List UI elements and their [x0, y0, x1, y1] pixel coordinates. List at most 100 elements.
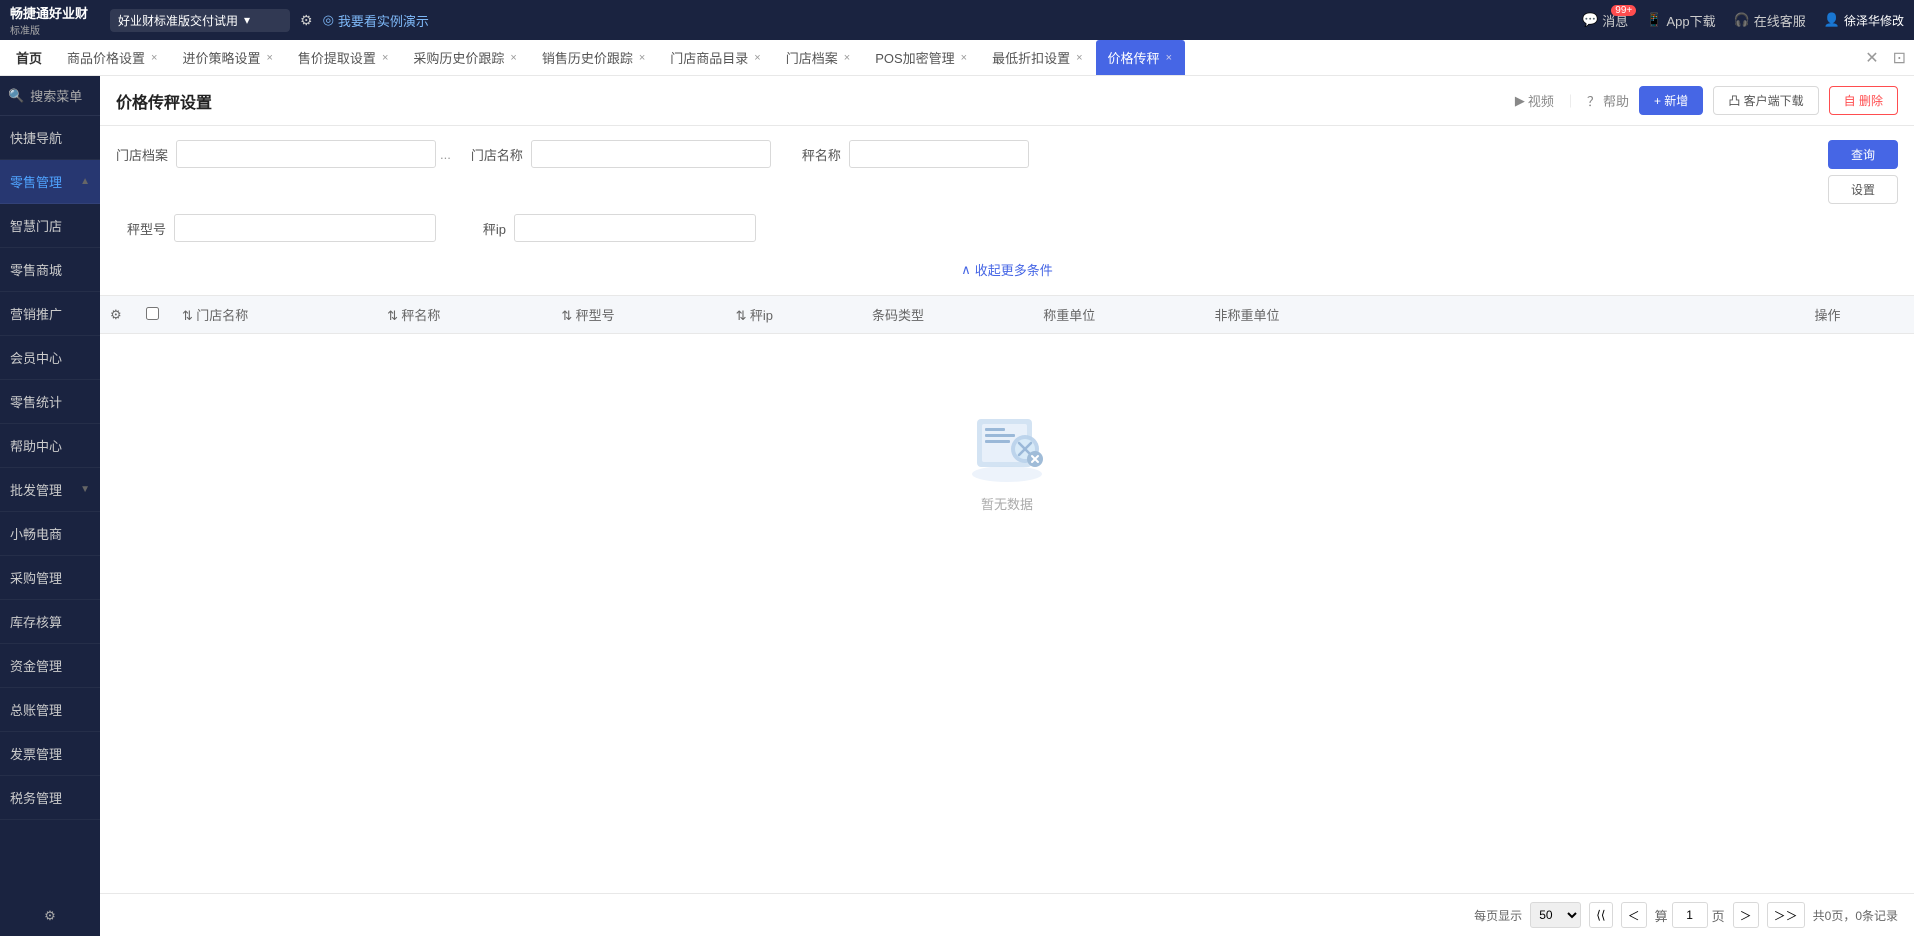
sidebar-bottom-settings[interactable]: ⚙	[0, 896, 100, 936]
chevron-up-icon: ∧	[961, 262, 971, 278]
per-page-select[interactable]: 50 10 20 100	[1530, 902, 1581, 928]
tab-min-discount-label: 最低折扣设置	[992, 48, 1070, 67]
close-icon[interactable]: ×	[510, 52, 516, 64]
tab-sell-extract[interactable]: 售价提取设置 ×	[286, 40, 401, 76]
prev-page-btn[interactable]: ＜	[1621, 902, 1647, 928]
sort-icon[interactable]: ⇅	[387, 308, 398, 323]
online-service-btn[interactable]: 🎧 在线客服	[1734, 11, 1806, 30]
arrow-up-icon: ▲	[80, 176, 90, 187]
tab-sales-history[interactable]: 销售历史价跟踪 ×	[530, 40, 658, 76]
logo-area: 畅捷通好业财 标准版	[10, 3, 100, 37]
tab-price-transfer[interactable]: 价格传秤 ×	[1096, 40, 1185, 76]
settings-icon: ⚙	[110, 307, 122, 322]
online-service-label: 在线客服	[1754, 11, 1806, 30]
next-page-btn[interactable]: ＞	[1733, 902, 1759, 928]
sidebar-item-invoice[interactable]: 发票管理	[0, 732, 100, 776]
sidebar-item-help[interactable]: 帮助中心	[0, 424, 100, 468]
user-menu[interactable]: 👤 徐泽华修改	[1824, 12, 1904, 29]
th-weight-unit: 称重单位	[1033, 296, 1204, 334]
version-selector[interactable]: 好业财标准版交付试用 ▾	[110, 9, 290, 32]
top-right-actions: 💬 消息 99+ 📱 App下载 🎧 在线客服 👤 徐泽华修改	[1582, 11, 1904, 30]
sidebar-item-retail[interactable]: 零售管理 ▲	[0, 160, 100, 204]
video-link[interactable]: ▶ 视频	[1515, 91, 1554, 110]
close-icon[interactable]: ×	[1166, 52, 1172, 64]
th-non-weight-unit: 非称重单位	[1205, 296, 1805, 334]
tab-store-archive[interactable]: 门店档案 ×	[774, 40, 863, 76]
sidebar-item-tax[interactable]: 税务管理	[0, 776, 100, 820]
tab-sell-extract-label: 售价提取设置	[298, 48, 376, 67]
th-settings[interactable]: ⚙	[100, 296, 136, 334]
page-number-input[interactable]	[1672, 902, 1708, 928]
tab-purchase-history[interactable]: 采购历史价跟踪 ×	[401, 40, 529, 76]
sort-icon[interactable]: ⇅	[561, 308, 572, 323]
tab-price-settings[interactable]: 商品价格设置 ×	[55, 40, 170, 76]
sidebar-item-purchase[interactable]: 采购管理	[0, 556, 100, 600]
close-icon[interactable]: ×	[961, 52, 967, 64]
sort-icon[interactable]: ⇅	[736, 308, 747, 323]
app-download-btn[interactable]: 📱 App下载	[1646, 11, 1715, 30]
sidebar-item-quick-nav[interactable]: 快捷导航	[0, 116, 100, 160]
download-client-button[interactable]: 凸 客户端下载	[1713, 86, 1818, 115]
sidebar-item-retail-stats[interactable]: 零售统计	[0, 380, 100, 424]
add-button[interactable]: + 新增	[1639, 86, 1703, 115]
close-window-icon[interactable]: ✕	[1861, 48, 1882, 68]
last-page-btn[interactable]: ＞＞	[1767, 902, 1805, 928]
settings-button[interactable]: 设置	[1828, 175, 1898, 204]
store-archive-input[interactable]	[176, 140, 436, 168]
demo-link[interactable]: ◎ 我要看实例演示	[323, 11, 429, 30]
logo-title: 畅捷通好业财	[10, 3, 88, 22]
top-settings-icon[interactable]: ⚙	[300, 12, 313, 29]
sidebar-item-wholesale[interactable]: 批发管理 ▼	[0, 468, 100, 512]
close-icon[interactable]: ×	[754, 52, 760, 64]
close-icon[interactable]: ×	[1076, 52, 1082, 64]
tab-store-catalog[interactable]: 门店商品目录 ×	[658, 40, 773, 76]
tab-home[interactable]: 首页	[4, 40, 55, 76]
th-checkbox[interactable]	[136, 296, 172, 334]
empty-illustration	[957, 394, 1057, 494]
sidebar-item-smart-store[interactable]: 智慧门店	[0, 204, 100, 248]
close-icon[interactable]: ×	[382, 52, 388, 64]
delete-button[interactable]: 自 删除	[1829, 86, 1898, 115]
version-label: 好业财标准版交付试用	[118, 12, 238, 29]
tab-pos-encrypt[interactable]: POS加密管理 ×	[863, 40, 980, 76]
restore-window-icon[interactable]: ⊡	[1889, 48, 1910, 68]
collapse-button[interactable]: ∧ 收起更多条件	[961, 260, 1053, 279]
scale-ip-input[interactable]	[514, 214, 756, 242]
close-icon[interactable]: ×	[639, 52, 645, 64]
close-icon[interactable]: ×	[151, 52, 157, 64]
message-btn[interactable]: 💬 消息 99+	[1582, 11, 1628, 30]
sidebar-item-retail-mall[interactable]: 零售商城	[0, 248, 100, 292]
tab-purchase-strategy[interactable]: 进价策略设置 ×	[170, 40, 285, 76]
ellipsis-icon[interactable]: ...	[440, 147, 451, 162]
query-button[interactable]: 查询	[1828, 140, 1898, 169]
tab-min-discount[interactable]: 最低折扣设置 ×	[980, 40, 1095, 76]
sidebar-item-ecommerce[interactable]: 小畅电商	[0, 512, 100, 556]
page-header-actions: ▶ 视频 ｜ ？ 帮助 + 新增 凸 客户端下载 自 删除	[1515, 86, 1898, 115]
first-page-btn[interactable]: ⟨⟨	[1589, 902, 1612, 928]
sidebar-item-ledger[interactable]: 总账管理	[0, 688, 100, 732]
close-icon[interactable]: ×	[266, 52, 272, 64]
sidebar-item-marketing[interactable]: 营销推广	[0, 292, 100, 336]
form-item-store-name: 门店名称	[471, 140, 771, 168]
select-all-checkbox[interactable]	[146, 307, 159, 320]
tab-price-settings-label: 商品价格设置	[67, 48, 145, 67]
form-item-scale-model: 秤型号	[116, 214, 436, 242]
store-name-input[interactable]	[531, 140, 771, 168]
search-actions: ∧ 收起更多条件	[116, 252, 1898, 289]
video-label: 视频	[1528, 91, 1554, 110]
pagination-bar: 每页显示 50 10 20 100 ⟨⟨ ＜ 算 页 ＞ ＞＞ 共0页，0条记录	[100, 893, 1914, 936]
sidebar-item-inventory[interactable]: 库存核算	[0, 600, 100, 644]
sidebar-item-marketing-label: 营销推广	[10, 304, 62, 323]
sidebar-item-finance[interactable]: 资金管理	[0, 644, 100, 688]
sidebar-search[interactable]: 🔍 搜索菜单	[0, 76, 100, 116]
th-action: 操作	[1805, 296, 1914, 334]
sidebar-item-member[interactable]: 会员中心	[0, 336, 100, 380]
tab-sales-history-label: 销售历史价跟踪	[542, 48, 633, 67]
scale-model-input[interactable]	[174, 214, 436, 242]
sort-icon[interactable]: ⇅	[182, 308, 193, 323]
close-icon[interactable]: ×	[844, 52, 850, 64]
per-page-label: 每页显示	[1474, 907, 1522, 924]
scale-name-input[interactable]	[849, 140, 1029, 168]
th-action-label: 操作	[1815, 308, 1841, 323]
help-link[interactable]: ？ 帮助	[1587, 91, 1629, 110]
